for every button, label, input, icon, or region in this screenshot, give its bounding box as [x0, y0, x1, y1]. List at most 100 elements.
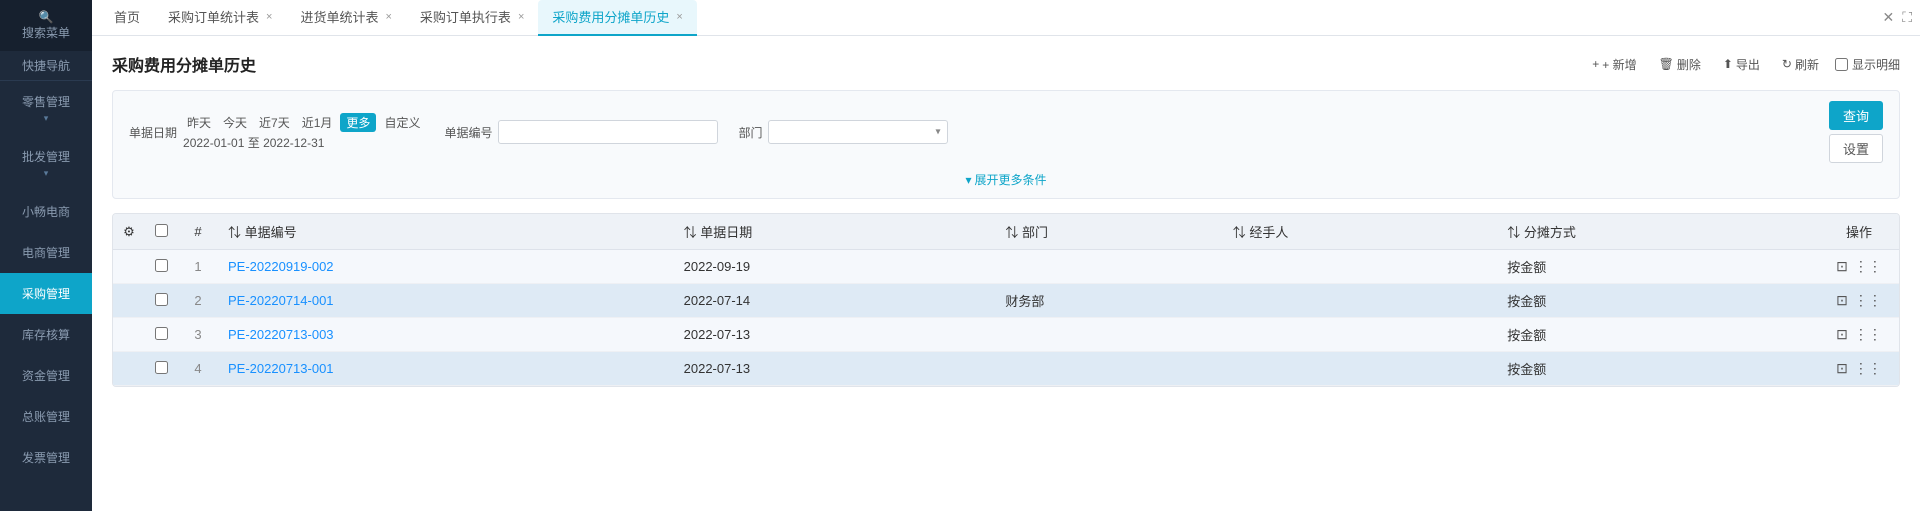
th-gear[interactable]: ⚙: [113, 214, 145, 250]
th-action: 操作: [1819, 214, 1899, 250]
th-code[interactable]: ⇅ 单据编号: [218, 214, 674, 250]
date-btn-more[interactable]: 更多: [340, 113, 376, 132]
th-split-method[interactable]: ⇅ 分摊方式: [1497, 214, 1819, 250]
export-button[interactable]: ⬆ 导出: [1717, 53, 1766, 76]
chevron-down-icon: ▾: [44, 113, 49, 124]
row-code: PE-20220919-002: [218, 250, 674, 284]
gear-icon: ⚙: [123, 224, 135, 240]
record-link[interactable]: PE-20220919-002: [228, 259, 334, 274]
tab-close-icon[interactable]: ×: [266, 11, 272, 23]
view-icon[interactable]: ⊡: [1836, 292, 1848, 309]
date-range-display: 2022-01-01 至 2022-12-31: [183, 134, 424, 151]
row-checkbox[interactable]: [155, 259, 168, 272]
sidebar-item-ledger[interactable]: 总账管理: [0, 396, 92, 437]
sidebar-item-ecommerce[interactable]: 电商管理: [0, 232, 92, 273]
tab-close-active-icon[interactable]: ×: [676, 11, 682, 23]
edit-icon[interactable]: ⋮⋮: [1854, 360, 1882, 377]
th-date[interactable]: ⇅ 单据日期: [674, 214, 996, 250]
tab-purchase-order-stats[interactable]: 采购订单统计表 ×: [154, 0, 286, 36]
row-split-method: 按金额: [1497, 284, 1819, 318]
toolbar: + + 新增 🗑 删除 ⬆ 导出 ↻ 刷新 显示明细: [1586, 53, 1900, 76]
add-button[interactable]: + + 新增: [1586, 53, 1642, 76]
row-dept: [995, 318, 1222, 352]
dept-select[interactable]: 财务部: [768, 120, 948, 144]
edit-icon[interactable]: ⋮⋮: [1854, 258, 1882, 275]
row-checkbox[interactable]: [155, 361, 168, 374]
row-checkbox-cell: [145, 284, 178, 318]
view-icon[interactable]: ⊡: [1836, 258, 1848, 275]
row-split-method: 按金额: [1497, 352, 1819, 386]
tab-close-icon[interactable]: ×: [385, 11, 391, 23]
row-checkbox[interactable]: [155, 293, 168, 306]
view-icon[interactable]: ⊡: [1836, 326, 1848, 343]
expand-more-row: ▾ 展开更多条件: [129, 171, 1883, 188]
date-filter-label: 单据日期: [129, 124, 177, 141]
setting-button[interactable]: 设置: [1829, 134, 1883, 163]
record-link[interactable]: PE-20220714-001: [228, 293, 334, 308]
row-num: 2: [178, 284, 218, 318]
table-header-row: ⚙ # ⇅ 单据编号 ⇅ 单据日期: [113, 214, 1899, 250]
tab-purchase-cost-history[interactable]: 采购费用分摊单历史 ×: [538, 0, 696, 36]
th-handler[interactable]: ⇅ 经手人: [1223, 214, 1498, 250]
date-btn-custom[interactable]: 自定义: [380, 113, 424, 132]
sidebar-item-wholesale[interactable]: 批发管理 ▾: [0, 136, 92, 191]
dept-select-wrapper: 财务部: [768, 120, 948, 144]
display-toggle[interactable]: 显示明细: [1835, 56, 1900, 73]
expand-more-button[interactable]: ▾ 展开更多条件: [965, 171, 1046, 188]
row-code: PE-20220714-001: [218, 284, 674, 318]
row-num: 1: [178, 250, 218, 284]
row-split-method: 按金额: [1497, 250, 1819, 284]
delete-icon: 🗑: [1659, 57, 1674, 71]
sidebar-item-quicknav[interactable]: 快捷导航: [0, 51, 92, 81]
record-link[interactable]: PE-20220713-003: [228, 327, 334, 342]
sidebar-item-inventory[interactable]: 库存核算: [0, 314, 92, 355]
row-date: 2022-07-13: [674, 318, 996, 352]
sort-icon: ⇅: [684, 225, 697, 240]
code-input[interactable]: [498, 120, 718, 144]
query-button[interactable]: 查询: [1829, 101, 1883, 130]
table-row: 2 PE-20220714-001 2022-07-14 财务部 按金额 ⊡ ⋮…: [113, 284, 1899, 318]
row-checkbox-cell: [145, 318, 178, 352]
select-all-checkbox[interactable]: [155, 224, 168, 237]
sidebar-item-retail[interactable]: 零售管理 ▾: [0, 81, 92, 136]
table-row: 4 PE-20220713-001 2022-07-13 按金额 ⊡ ⋮⋮: [113, 352, 1899, 386]
date-btn-yesterday[interactable]: 昨天: [183, 113, 215, 132]
row-handler: [1223, 250, 1498, 284]
window-expand-button[interactable]: ⛶: [1902, 9, 1912, 26]
filter-date: 单据日期 昨天 今天 近7天 近1月 更多 自定义 2022-01-01 至 2…: [129, 113, 424, 151]
data-table: ⚙ # ⇅ 单据编号 ⇅ 单据日期: [113, 214, 1899, 386]
display-checkbox[interactable]: [1835, 58, 1848, 71]
edit-icon[interactable]: ⋮⋮: [1854, 326, 1882, 343]
view-icon[interactable]: ⊡: [1836, 360, 1848, 377]
sidebar-item-ecommerce-small[interactable]: 小畅电商: [0, 191, 92, 232]
record-link[interactable]: PE-20220713-001: [228, 361, 334, 376]
row-handler: [1223, 318, 1498, 352]
row-code: PE-20220713-001: [218, 352, 674, 386]
sidebar: 🔍 搜索菜单 快捷导航 零售管理 ▾ 批发管理 ▾ 小畅电商 电商管理 采购管理…: [0, 0, 92, 511]
main-content: 首页 采购订单统计表 × 进货单统计表 × 采购订单执行表 × 采购费用分摊单历…: [92, 0, 1920, 511]
row-date: 2022-09-19: [674, 250, 996, 284]
window-close-button[interactable]: ✕: [1882, 9, 1894, 26]
th-dept[interactable]: ⇅ 部门: [995, 214, 1222, 250]
delete-button[interactable]: 🗑 删除: [1653, 53, 1707, 76]
tab-purchase-order-exec[interactable]: 采购订单执行表 ×: [406, 0, 538, 36]
date-btn-1month[interactable]: 近1月: [298, 113, 337, 132]
refresh-button[interactable]: ↻ 刷新: [1776, 53, 1825, 76]
refresh-icon: ↻: [1782, 57, 1792, 71]
date-btn-today[interactable]: 今天: [219, 113, 251, 132]
date-btn-7days[interactable]: 近7天: [255, 113, 294, 132]
row-split-method: 按金额: [1497, 318, 1819, 352]
tab-bar: 首页 采购订单统计表 × 进货单统计表 × 采购订单执行表 × 采购费用分摊单历…: [92, 0, 1920, 36]
row-checkbox-cell: [145, 352, 178, 386]
sidebar-item-search[interactable]: 🔍 搜索菜单: [0, 0, 92, 51]
table-row: 3 PE-20220713-003 2022-07-13 按金额 ⊡ ⋮⋮: [113, 318, 1899, 352]
row-checkbox[interactable]: [155, 327, 168, 340]
sidebar-item-invoice[interactable]: 发票管理: [0, 437, 92, 478]
sidebar-item-finance[interactable]: 资金管理: [0, 355, 92, 396]
tab-close-icon[interactable]: ×: [518, 11, 524, 23]
tab-purchase-in-stats[interactable]: 进货单统计表 ×: [286, 0, 405, 36]
edit-icon[interactable]: ⋮⋮: [1854, 292, 1882, 309]
sidebar-item-purchase[interactable]: 采购管理: [0, 273, 92, 314]
tab-home[interactable]: 首页: [100, 0, 154, 36]
row-gear-cell: [113, 284, 145, 318]
